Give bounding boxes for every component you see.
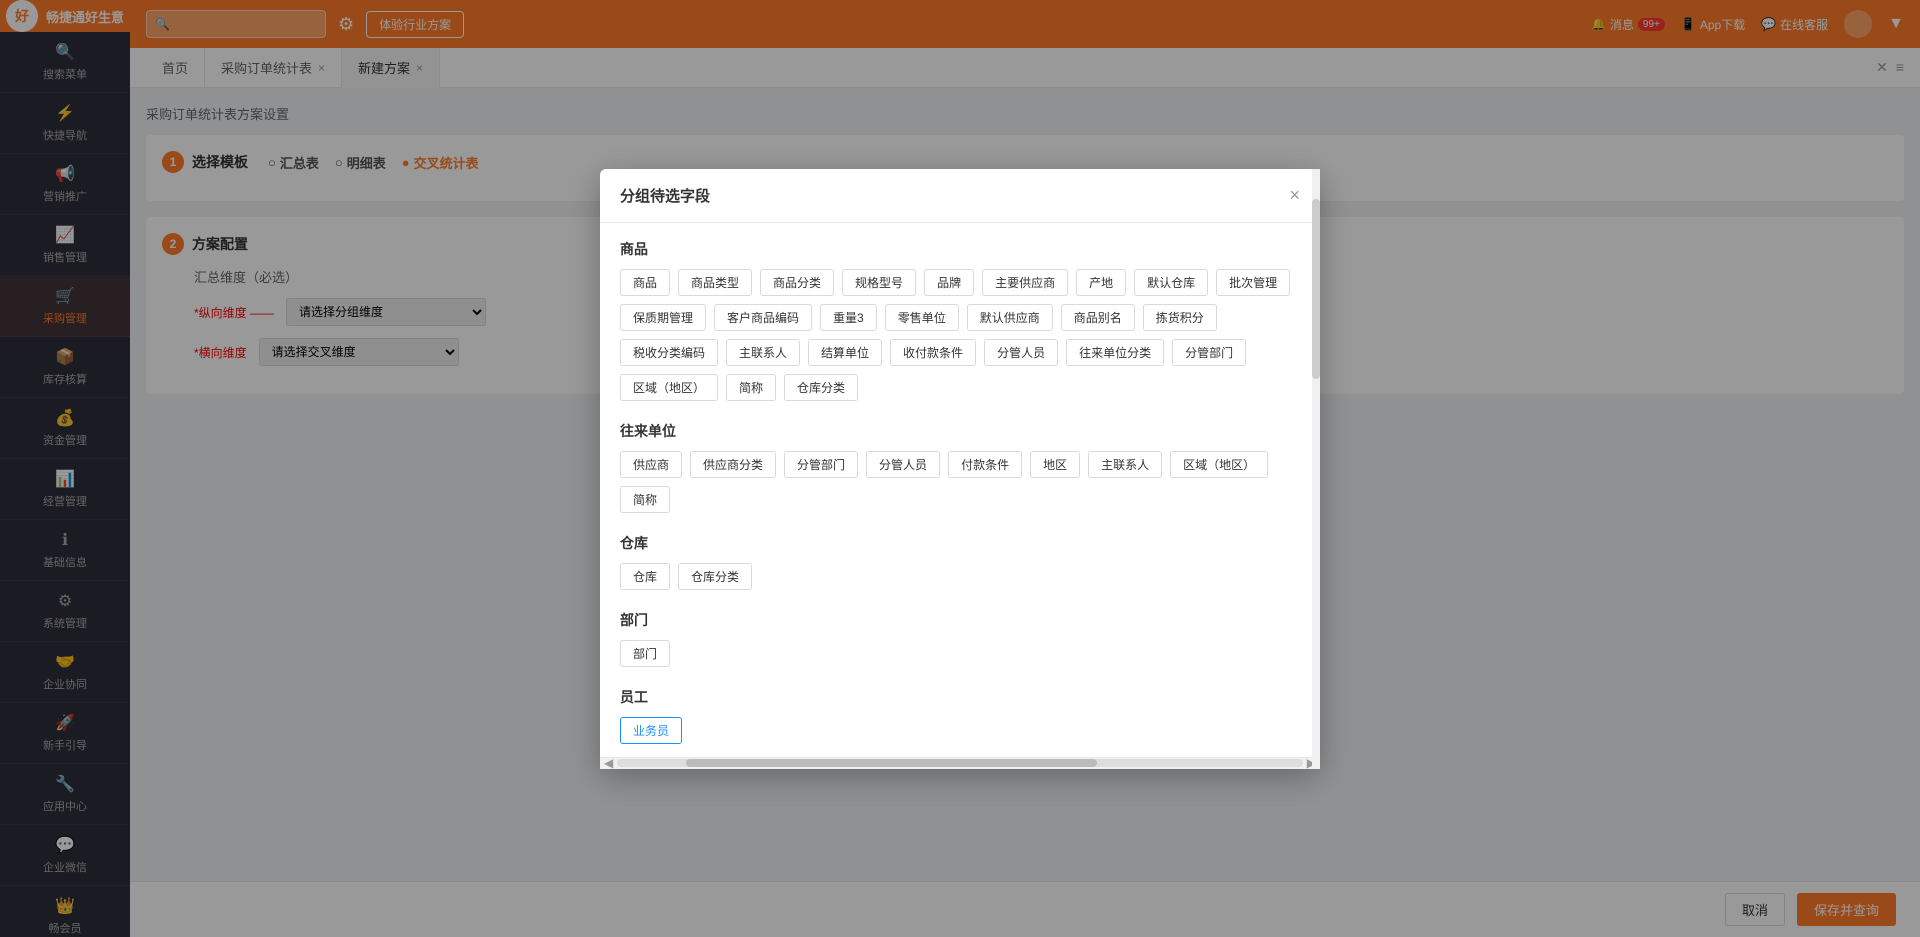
section-goods-title: 商品 — [620, 239, 1300, 259]
tag-main-supplier[interactable]: 主要供应商 — [982, 269, 1068, 296]
section-partner: 往来单位 供应商 供应商分类 分管部门 分管人员 付款条件 地区 主联系人 区域… — [620, 421, 1300, 513]
hscroll-track — [617, 759, 1303, 767]
section-goods-tags: 商品 商品类型 商品分类 规格型号 品牌 主要供应商 产地 默认仓库 批次管理 … — [620, 269, 1300, 401]
tag-goods-alias[interactable]: 商品别名 — [1061, 304, 1135, 331]
tag-batch-mgmt[interactable]: 批次管理 — [1216, 269, 1290, 296]
modal-hscroll: ◀ ▶ — [600, 757, 1320, 769]
tag-partner-person[interactable]: 分管人员 — [866, 451, 940, 478]
section-partner-tags: 供应商 供应商分类 分管部门 分管人员 付款条件 地区 主联系人 区域（地区） … — [620, 451, 1300, 513]
section-dept-tags: 部门 — [620, 640, 1300, 667]
tag-pick-score[interactable]: 拣货积分 — [1143, 304, 1217, 331]
section-warehouse: 仓库 仓库 仓库分类 — [620, 533, 1300, 590]
tag-expiry-mgmt[interactable]: 保质期管理 — [620, 304, 706, 331]
tag-goods-category[interactable]: 商品分类 — [760, 269, 834, 296]
tag-tax-code[interactable]: 税收分类编码 — [620, 339, 718, 366]
overlay: 分组待选字段 × 商品 商品 商品类型 商品分类 规格型号 品牌 主要供应商 产… — [0, 0, 1920, 937]
tag-goods[interactable]: 商品 — [620, 269, 670, 296]
tag-payment-terms[interactable]: 收付款条件 — [890, 339, 976, 366]
tag-dept[interactable]: 分管部门 — [1172, 339, 1246, 366]
tag-supplier[interactable]: 供应商 — [620, 451, 682, 478]
modal-body: 商品 商品 商品类型 商品分类 规格型号 品牌 主要供应商 产地 默认仓库 批次… — [600, 223, 1320, 757]
tag-supplier-category[interactable]: 供应商分类 — [690, 451, 776, 478]
modal-close-icon[interactable]: × — [1289, 185, 1300, 206]
tag-settle-unit[interactable]: 结算单位 — [808, 339, 882, 366]
tag-goods-type[interactable]: 商品类型 — [678, 269, 752, 296]
tag-warehouse[interactable]: 仓库 — [620, 563, 670, 590]
tag-partner-dept[interactable]: 分管部门 — [784, 451, 858, 478]
tag-region-area[interactable]: 区域（地区） — [620, 374, 718, 401]
tag-partner-category[interactable]: 往来单位分类 — [1066, 339, 1164, 366]
tag-sales-rep[interactable]: 业务员 — [620, 717, 682, 744]
vertical-scrollbar-thumb — [1312, 199, 1320, 379]
tag-brand[interactable]: 品牌 — [924, 269, 974, 296]
tag-payment-cond[interactable]: 付款条件 — [948, 451, 1022, 478]
section-warehouse-title: 仓库 — [620, 533, 1300, 553]
tag-partner-short-name[interactable]: 简称 — [620, 486, 670, 513]
tag-warehouse-category[interactable]: 仓库分类 — [784, 374, 858, 401]
tag-weight3[interactable]: 重量3 — [820, 304, 877, 331]
tag-partner-region[interactable]: 区域（地区） — [1170, 451, 1268, 478]
section-dept: 部门 部门 — [620, 610, 1300, 667]
tag-short-name[interactable]: 简称 — [726, 374, 776, 401]
modal-header: 分组待选字段 × — [600, 169, 1320, 223]
tag-spec-model[interactable]: 规格型号 — [842, 269, 916, 296]
tag-customer-goods-code[interactable]: 客户商品编码 — [714, 304, 812, 331]
tag-default-warehouse[interactable]: 默认仓库 — [1134, 269, 1208, 296]
tag-department[interactable]: 部门 — [620, 640, 670, 667]
section-warehouse-tags: 仓库 仓库分类 — [620, 563, 1300, 590]
section-employee-tags: 业务员 — [620, 717, 1300, 744]
modal-title: 分组待选字段 — [620, 185, 710, 206]
tag-main-contact[interactable]: 主联系人 — [726, 339, 800, 366]
tag-main-contact2[interactable]: 主联系人 — [1088, 451, 1162, 478]
tag-retail-unit[interactable]: 零售单位 — [885, 304, 959, 331]
section-goods: 商品 商品 商品类型 商品分类 规格型号 品牌 主要供应商 产地 默认仓库 批次… — [620, 239, 1300, 401]
hscroll-left-arrow[interactable]: ◀ — [604, 756, 613, 770]
section-employee: 员工 业务员 — [620, 687, 1300, 744]
section-dept-title: 部门 — [620, 610, 1300, 630]
section-employee-title: 员工 — [620, 687, 1300, 707]
tag-default-supplier[interactable]: 默认供应商 — [967, 304, 1053, 331]
hscroll-thumb — [686, 759, 1097, 767]
tag-warehouse-cat[interactable]: 仓库分类 — [678, 563, 752, 590]
modal-field-selector: 分组待选字段 × 商品 商品 商品类型 商品分类 规格型号 品牌 主要供应商 产… — [600, 169, 1320, 769]
tag-region[interactable]: 地区 — [1030, 451, 1080, 478]
tag-supervisor-person[interactable]: 分管人员 — [984, 339, 1058, 366]
section-partner-title: 往来单位 — [620, 421, 1300, 441]
vertical-scrollbar — [1312, 169, 1320, 769]
tag-origin[interactable]: 产地 — [1076, 269, 1126, 296]
